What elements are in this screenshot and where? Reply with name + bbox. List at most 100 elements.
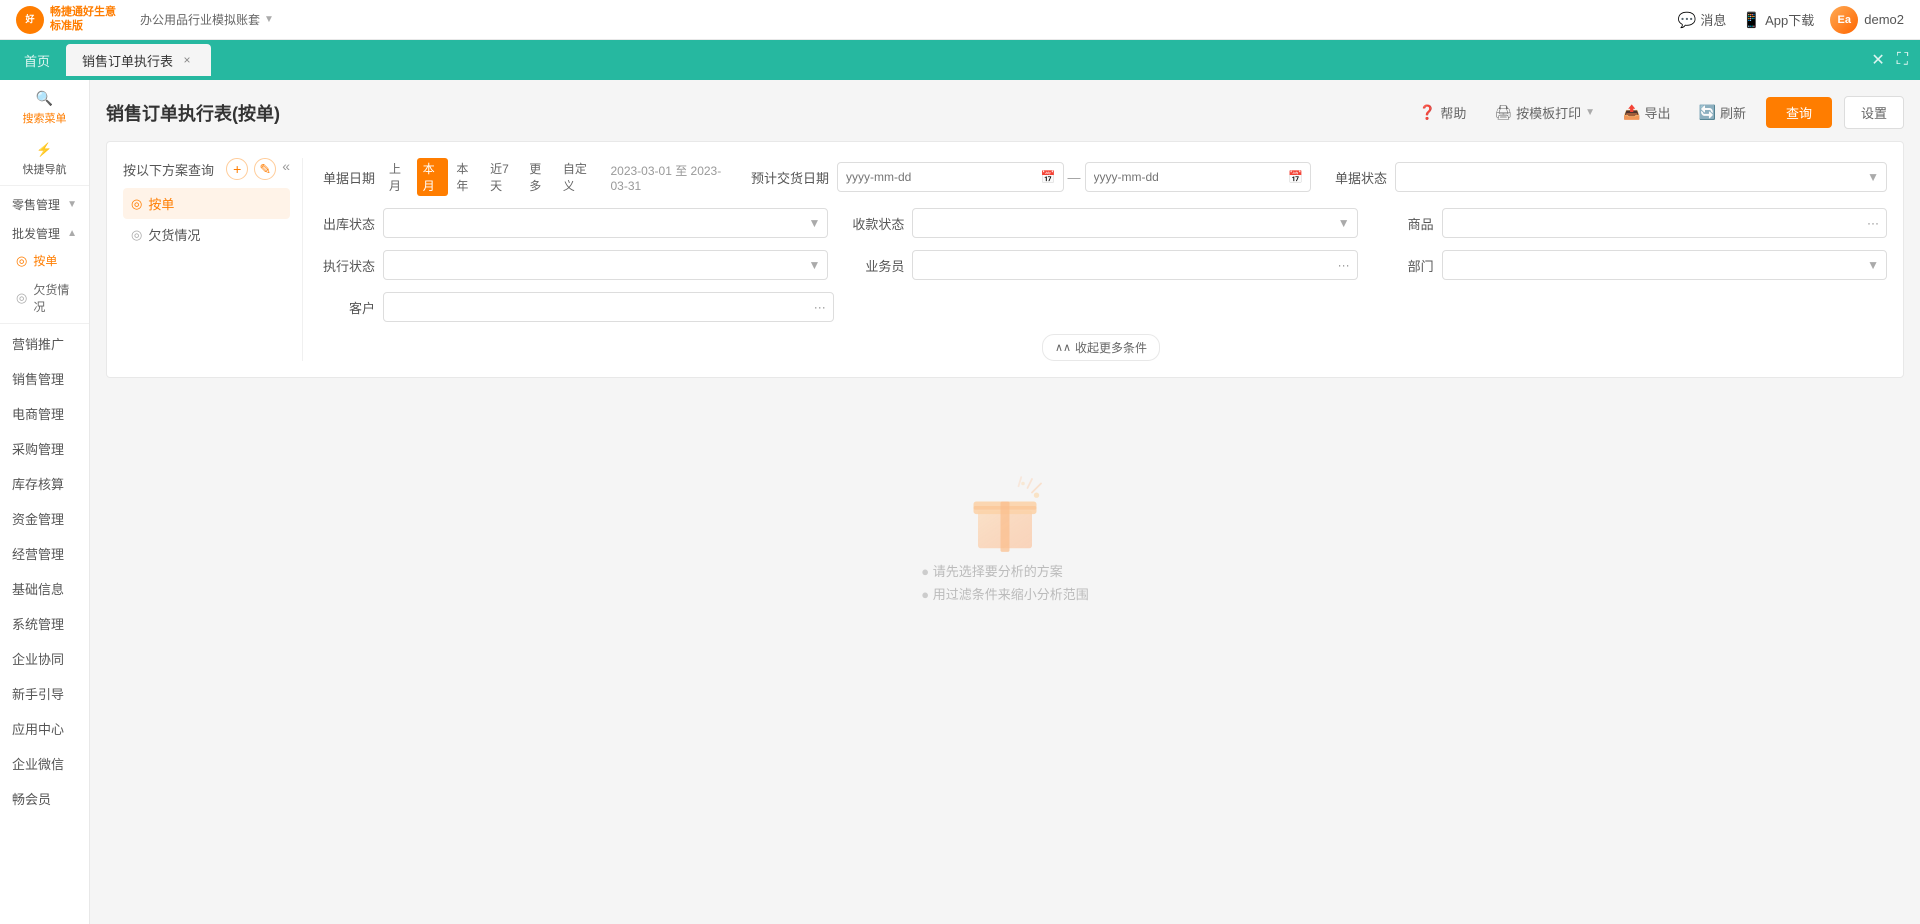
delivery-status-label: 出库状态 bbox=[315, 214, 375, 233]
tab-sales-execution[interactable]: 销售订单执行表 × bbox=[66, 44, 211, 76]
sidebar-item-wechat[interactable]: 企业微信 bbox=[0, 746, 89, 781]
page-actions: ❓ 帮助 🖨 按模板打印 ▼ 📤 导出 🔄 刷新 bbox=[1411, 96, 1904, 129]
sidebar-item-search-menu[interactable]: 🔍 搜索菜单 bbox=[0, 80, 89, 136]
quick-nav-icon: ⚡ bbox=[36, 142, 52, 158]
tab-close-icon[interactable]: × bbox=[179, 52, 195, 68]
sidebar-item-member[interactable]: 畅会员 bbox=[0, 781, 89, 816]
date-tab-custom[interactable]: 自定义 bbox=[557, 158, 599, 196]
order-icon: ◎ bbox=[16, 253, 27, 269]
content-area: 销售订单执行表(按单) ❓ 帮助 🖨 按模板打印 ▼ 📤 导出 bbox=[90, 80, 1920, 924]
sidebar-sub-item-order[interactable]: ◎ 按单 bbox=[0, 246, 89, 275]
add-scheme-button[interactable]: + bbox=[226, 158, 248, 180]
salesperson-label: 业务员 bbox=[844, 256, 904, 275]
sidebar-item-retail[interactable]: 零售管理 ▼ bbox=[0, 188, 89, 217]
top-header-left: 好 畅捷通好生意 标准版 办公用品行业模拟账套 ▼ bbox=[16, 6, 274, 34]
date-tab-this-month[interactable]: 本月 bbox=[417, 158, 449, 196]
sidebar-item-basic-info[interactable]: 基础信息 bbox=[0, 571, 89, 606]
empty-state-icon bbox=[960, 470, 1050, 560]
filter-customer-field: 客户 ··· bbox=[315, 292, 834, 322]
salesperson-input[interactable] bbox=[912, 250, 1357, 280]
sidebar-item-enterprise-collab[interactable]: 企业协同 bbox=[0, 641, 89, 676]
filter-left-actions: + ✎ « bbox=[226, 158, 290, 180]
date-to-wrap: 📅 bbox=[1085, 162, 1312, 192]
filter-delivery-status-field: 出库状态 ▼ bbox=[315, 208, 828, 238]
refresh-icon: 🔄 bbox=[1699, 104, 1716, 121]
sidebar-item-app-center[interactable]: 应用中心 bbox=[0, 711, 89, 746]
filter-payment-status-field: 收款状态 ▼ bbox=[844, 208, 1357, 238]
export-button[interactable]: 📤 导出 bbox=[1615, 99, 1678, 126]
goods-input-wrap: ··· bbox=[1442, 208, 1887, 238]
filter-execution-status-field: 执行状态 ▼ bbox=[315, 250, 828, 280]
main-layout: 🔍 搜索菜单 ⚡ 快捷导航 零售管理 ▼ 批发管理 ▲ ◎ 按单 ◎ 欠货情况 … bbox=[0, 80, 1920, 924]
window-close-button[interactable]: ✕ bbox=[1867, 46, 1888, 74]
message-button[interactable]: 💬 消息 bbox=[1678, 10, 1727, 29]
help-button[interactable]: ❓ 帮助 bbox=[1411, 99, 1474, 126]
sidebar-item-inventory[interactable]: 库存核算 bbox=[0, 466, 89, 501]
sidebar-item-operations[interactable]: 经营管理 bbox=[0, 536, 89, 571]
filter-nav-backorder[interactable]: ◎ 欠货情况 bbox=[123, 219, 290, 250]
search-icon: 🔍 bbox=[36, 90, 53, 107]
collapse-button[interactable]: ∧∧ 收起更多条件 bbox=[1042, 334, 1160, 361]
logo-icon: 好 bbox=[16, 6, 44, 34]
filter-nav-order[interactable]: ◎ 按单 bbox=[123, 188, 290, 219]
date-tab-this-year[interactable]: 本年 bbox=[450, 158, 482, 196]
backorder-icon: ◎ bbox=[16, 290, 27, 306]
user-profile-button[interactable]: Ea demo2 bbox=[1830, 6, 1904, 34]
print-dropdown-icon: ▼ bbox=[1585, 107, 1595, 118]
sidebar-item-wholesale[interactable]: 批发管理 ▲ bbox=[0, 217, 89, 246]
collapse-scheme-button[interactable]: « bbox=[282, 158, 290, 180]
search-button[interactable]: 查询 bbox=[1766, 97, 1832, 128]
sidebar-item-finance[interactable]: 资金管理 bbox=[0, 501, 89, 536]
help-icon: ❓ bbox=[1419, 104, 1436, 121]
refresh-button[interactable]: 🔄 刷新 bbox=[1691, 99, 1754, 126]
breadcrumb[interactable]: 办公用品行业模拟账套 ▼ bbox=[140, 11, 274, 28]
date-separator: — bbox=[1068, 170, 1081, 185]
date-from-wrap: 📅 bbox=[837, 162, 1064, 192]
sidebar-item-system[interactable]: 系统管理 bbox=[0, 606, 89, 641]
customer-label: 客户 bbox=[315, 298, 375, 317]
filter-nav-order-icon: ◎ bbox=[131, 196, 142, 212]
goods-input[interactable] bbox=[1442, 208, 1887, 238]
message-icon: 💬 bbox=[1678, 11, 1697, 29]
status-label: 单据状态 bbox=[1327, 168, 1387, 187]
page-title: 销售订单执行表(按单) bbox=[106, 100, 280, 126]
sidebar: 🔍 搜索菜单 ⚡ 快捷导航 零售管理 ▼ 批发管理 ▲ ◎ 按单 ◎ 欠货情况 … bbox=[0, 80, 90, 924]
department-select-wrap: ▼ bbox=[1442, 250, 1887, 280]
breadcrumb-arrow-icon[interactable]: ▼ bbox=[264, 14, 274, 25]
filter-panel: 按以下方案查询 + ✎ « ◎ 按单 ◎ 欠货情况 bbox=[106, 141, 1904, 378]
template-print-button[interactable]: 🖨 按模板打印 ▼ bbox=[1486, 99, 1603, 126]
collapse-row: ∧∧ 收起更多条件 bbox=[315, 334, 1887, 361]
empty-tip-2: 用过滤条件来缩小分析范围 bbox=[921, 583, 1088, 606]
filter-goods-field: 商品 ··· bbox=[1374, 208, 1887, 238]
delivery-status-select[interactable] bbox=[383, 208, 828, 238]
date-tab-group: 上月 本月 本年 近7天 更多 自定义 bbox=[383, 158, 598, 196]
sidebar-item-purchase[interactable]: 采购管理 bbox=[0, 431, 89, 466]
date-label: 单据日期 bbox=[315, 168, 375, 187]
date-tab-more[interactable]: 更多 bbox=[523, 158, 555, 196]
execution-status-select-wrap: ▼ bbox=[383, 250, 828, 280]
edit-scheme-button[interactable]: ✎ bbox=[254, 158, 276, 180]
sidebar-item-ecommerce[interactable]: 电商管理 bbox=[0, 396, 89, 431]
status-select[interactable] bbox=[1395, 162, 1887, 192]
payment-status-select[interactable] bbox=[912, 208, 1357, 238]
department-select[interactable] bbox=[1442, 250, 1887, 280]
window-expand-button[interactable]: ⛶ bbox=[1893, 47, 1912, 73]
customer-input[interactable] bbox=[383, 292, 834, 322]
date-to-input[interactable] bbox=[1085, 162, 1312, 192]
execution-status-select[interactable] bbox=[383, 250, 828, 280]
sidebar-item-quick-nav[interactable]: ⚡ 快捷导航 bbox=[0, 136, 89, 183]
date-tab-last-month[interactable]: 上月 bbox=[383, 158, 415, 196]
filter-row-2: 出库状态 ▼ 收款状态 bbox=[315, 208, 1887, 238]
payment-status-label: 收款状态 bbox=[844, 214, 904, 233]
app-download-button[interactable]: 📱 App下载 bbox=[1742, 10, 1814, 29]
expected-delivery-label: 预计交货日期 bbox=[751, 168, 829, 187]
tab-home[interactable]: 首页 bbox=[8, 44, 66, 76]
sidebar-item-sales[interactable]: 销售管理 bbox=[0, 361, 89, 396]
sidebar-sub-item-backorder[interactable]: ◎ 欠货情况 bbox=[0, 275, 89, 321]
date-from-input[interactable] bbox=[837, 162, 1064, 192]
top-header: 好 畅捷通好生意 标准版 办公用品行业模拟账套 ▼ 💬 消息 📱 App下载 E… bbox=[0, 0, 1920, 40]
sidebar-item-new-user[interactable]: 新手引导 bbox=[0, 676, 89, 711]
date-tab-7days[interactable]: 近7天 bbox=[484, 158, 521, 196]
settings-button[interactable]: 设置 bbox=[1844, 96, 1904, 129]
sidebar-item-marketing[interactable]: 营销推广 bbox=[0, 326, 89, 361]
